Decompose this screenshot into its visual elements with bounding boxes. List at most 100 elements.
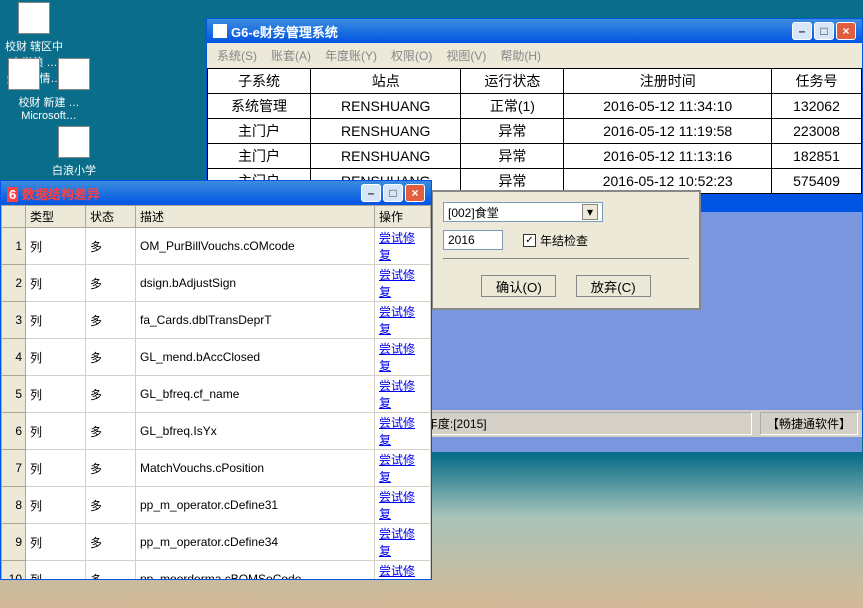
table-row[interactable]: 3列多fa_Cards.dblTransDeprT尝试修复 bbox=[2, 302, 431, 339]
close-button[interactable]: × bbox=[836, 22, 856, 40]
menu-view[interactable]: 视图(V) bbox=[440, 45, 492, 66]
close-button[interactable]: × bbox=[405, 184, 425, 202]
repair-link[interactable]: 尝试修复 bbox=[379, 416, 415, 447]
cell-state: 多 bbox=[86, 339, 136, 376]
cell-state: 多 bbox=[86, 265, 136, 302]
repair-link[interactable]: 尝试修复 bbox=[379, 527, 415, 558]
cell: 主门户 bbox=[208, 144, 311, 169]
desktop-icon[interactable]: 校财 新建 … Microsoft… bbox=[4, 58, 94, 122]
row-number: 7 bbox=[2, 450, 26, 487]
row-number: 4 bbox=[2, 339, 26, 376]
cell-type: 列 bbox=[26, 450, 86, 487]
menu-perm[interactable]: 权限(O) bbox=[385, 45, 438, 66]
diff-window: 6 数据结构差异 – □ × 类型状态描述操作 1列多OM_PurBillVou… bbox=[0, 180, 432, 580]
cell: 异常 bbox=[461, 144, 564, 169]
row-number: 1 bbox=[2, 228, 26, 265]
titlebar[interactable]: G6-e财务管理系统 – □ × bbox=[207, 19, 862, 43]
repair-link[interactable]: 尝试修复 bbox=[379, 231, 415, 262]
menu-help[interactable]: 帮助(H) bbox=[494, 45, 547, 66]
cell-action: 尝试修复 bbox=[375, 561, 431, 580]
diff-count: 6 bbox=[7, 187, 18, 202]
cell-desc: fa_Cards.dblTransDeprT bbox=[136, 302, 375, 339]
ok-button[interactable]: 确认(O) bbox=[481, 275, 556, 297]
cell-type: 列 bbox=[26, 487, 86, 524]
excel-icon bbox=[58, 58, 90, 90]
cell-desc: pp_moorderma.cBOMSoCode bbox=[136, 561, 375, 580]
table-row[interactable]: 主门户RENSHUANG异常2016-05-12 11:13:16182851 bbox=[208, 144, 862, 169]
col-header: 描述 bbox=[136, 206, 375, 228]
table-row[interactable]: 4列多GL_mend.bAccClosed尝试修复 bbox=[2, 339, 431, 376]
cell-type: 列 bbox=[26, 524, 86, 561]
minimize-button[interactable]: – bbox=[361, 184, 381, 202]
dropdown-value: [002]食堂 bbox=[448, 204, 499, 221]
cell-state: 多 bbox=[86, 487, 136, 524]
status-brand: 【畅捷通软件】 bbox=[760, 412, 858, 435]
account-dropdown[interactable]: [002]食堂 ▾ bbox=[443, 202, 603, 222]
cell-desc: MatchVouchs.cPosition bbox=[136, 450, 375, 487]
row-number: 2 bbox=[2, 265, 26, 302]
col-header: 操作 bbox=[375, 206, 431, 228]
main-table: 子系统站点运行状态注册时间任务号 系统管理RENSHUANG正常(1)2016-… bbox=[207, 68, 862, 194]
chevron-down-icon[interactable]: ▾ bbox=[582, 204, 598, 220]
repair-link[interactable]: 尝试修复 bbox=[379, 342, 415, 373]
menu-year[interactable]: 年度账(Y) bbox=[319, 45, 383, 66]
table-row[interactable]: 6列多GL_bfreq.IsYx尝试修复 bbox=[2, 413, 431, 450]
app-icon bbox=[213, 24, 227, 38]
table-row[interactable]: 主门户RENSHUANG异常2016-05-12 11:19:58223008 bbox=[208, 119, 862, 144]
year-check-checkbox[interactable]: ✓ bbox=[523, 234, 536, 247]
menu-system[interactable]: 系统(S) bbox=[211, 45, 263, 66]
cancel-button[interactable]: 放弃(C) bbox=[576, 275, 651, 297]
row-number: 9 bbox=[2, 524, 26, 561]
table-row[interactable]: 1列多OM_PurBillVouchs.cOMcode尝试修复 bbox=[2, 228, 431, 265]
cell-state: 多 bbox=[86, 524, 136, 561]
cell-action: 尝试修复 bbox=[375, 413, 431, 450]
table-row[interactable]: 9列多pp_m_operator.cDefine34尝试修复 bbox=[2, 524, 431, 561]
table-row[interactable]: 5列多GL_bfreq.cf_name尝试修复 bbox=[2, 376, 431, 413]
menu-account[interactable]: 账套(A) bbox=[265, 45, 317, 66]
cell-state: 多 bbox=[86, 450, 136, 487]
maximize-button[interactable]: □ bbox=[383, 184, 403, 202]
minimize-button[interactable]: – bbox=[792, 22, 812, 40]
year-field[interactable]: 2016 bbox=[443, 230, 503, 250]
titlebar[interactable]: 6 数据结构差异 – □ × bbox=[1, 181, 431, 205]
col-header bbox=[2, 206, 26, 228]
excel-icon bbox=[8, 58, 40, 90]
cell-action: 尝试修复 bbox=[375, 487, 431, 524]
divider bbox=[443, 258, 689, 259]
cell: 系统管理 bbox=[208, 94, 311, 119]
cell-action: 尝试修复 bbox=[375, 450, 431, 487]
cell-type: 列 bbox=[26, 302, 86, 339]
cell-action: 尝试修复 bbox=[375, 376, 431, 413]
cell-action: 尝试修复 bbox=[375, 228, 431, 265]
col-header: 子系统 bbox=[208, 69, 311, 94]
repair-link[interactable]: 尝试修复 bbox=[379, 453, 415, 484]
row-number: 10 bbox=[2, 561, 26, 580]
table-row[interactable]: 2列多dsign.bAdjustSign尝试修复 bbox=[2, 265, 431, 302]
cell: 异常 bbox=[461, 119, 564, 144]
table-row[interactable]: 10列多pp_moorderma.cBOMSoCode尝试修复 bbox=[2, 561, 431, 580]
cell-type: 列 bbox=[26, 265, 86, 302]
cell: 182851 bbox=[772, 144, 862, 169]
repair-link[interactable]: 尝试修复 bbox=[379, 305, 415, 336]
cell-type: 列 bbox=[26, 339, 86, 376]
table-row[interactable]: 系统管理RENSHUANG正常(1)2016-05-12 11:34:10132… bbox=[208, 94, 862, 119]
cell-desc: OM_PurBillVouchs.cOMcode bbox=[136, 228, 375, 265]
cell: RENSHUANG bbox=[311, 94, 461, 119]
col-header: 站点 bbox=[311, 69, 461, 94]
row-number: 6 bbox=[2, 413, 26, 450]
desktop-icon[interactable]: 白浪小学 bbox=[44, 126, 104, 178]
repair-link[interactable]: 尝试修复 bbox=[379, 490, 415, 521]
cell-desc: GL_bfreq.IsYx bbox=[136, 413, 375, 450]
cell-action: 尝试修复 bbox=[375, 339, 431, 376]
repair-link[interactable]: 尝试修复 bbox=[379, 379, 415, 410]
year-dialog: [002]食堂 ▾ 2016 ✓ 年结检查 确认(O) 放弃(C) bbox=[431, 190, 701, 310]
table-row[interactable]: 8列多pp_m_operator.cDefine31尝试修复 bbox=[2, 487, 431, 524]
table-row[interactable]: 7列多MatchVouchs.cPosition尝试修复 bbox=[2, 450, 431, 487]
excel-icon bbox=[58, 126, 90, 158]
repair-link[interactable]: 尝试修复 bbox=[379, 268, 415, 299]
window-title: 数据结构差异 bbox=[22, 187, 100, 202]
cell-state: 多 bbox=[86, 376, 136, 413]
repair-link[interactable]: 尝试修复 bbox=[379, 564, 415, 579]
cell-action: 尝试修复 bbox=[375, 265, 431, 302]
maximize-button[interactable]: □ bbox=[814, 22, 834, 40]
